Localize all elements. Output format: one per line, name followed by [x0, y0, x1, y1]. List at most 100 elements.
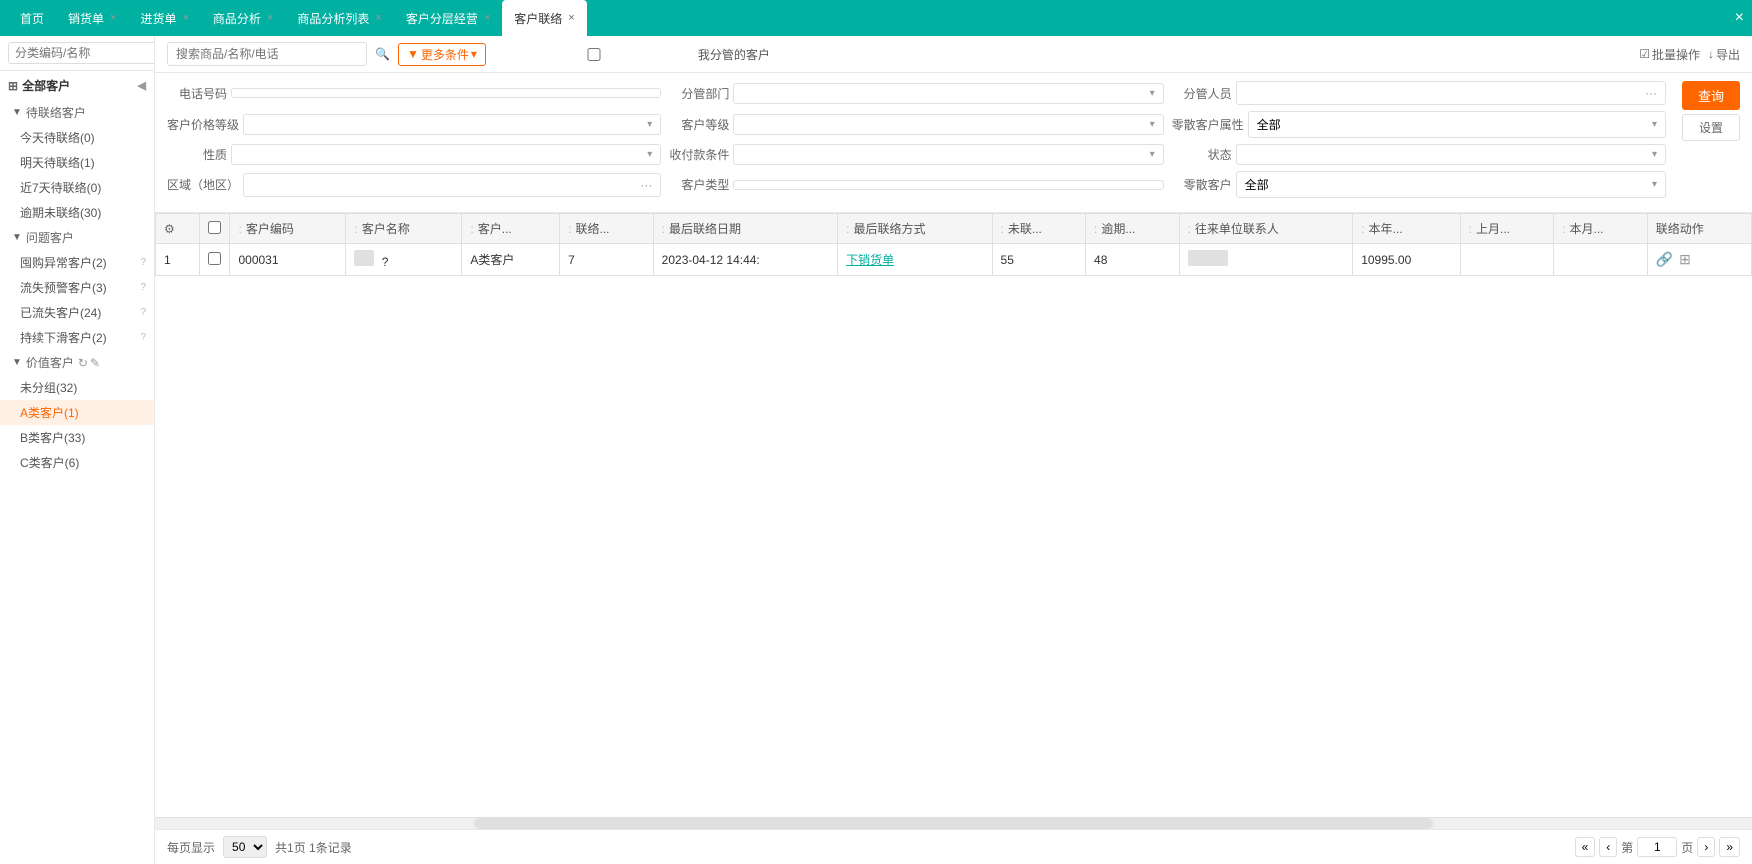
search-icon-main[interactable]: 🔍: [375, 47, 390, 61]
dept-select[interactable]: ▾: [733, 83, 1163, 104]
nav-tab-analysis[interactable]: 商品分析 ×: [201, 0, 285, 36]
contact-link-icon[interactable]: 🔗: [1656, 251, 1673, 268]
sidebar-item-churn-warning[interactable]: 流失预警客户(3) ?: [0, 275, 154, 300]
arrow-value: ▼: [12, 357, 22, 368]
contact-grid-icon[interactable]: ⊞: [1679, 251, 1691, 268]
close-all-tabs[interactable]: ×: [1735, 9, 1744, 27]
phone-input[interactable]: [231, 88, 661, 98]
retail-customer-select[interactable]: 全部 ▾: [1236, 171, 1666, 198]
close-purchase-tab[interactable]: ×: [182, 12, 188, 24]
first-page-btn[interactable]: «: [1575, 837, 1596, 857]
more-filters-btn[interactable]: ▼ 更多条件 ▾: [398, 43, 486, 66]
next-page-btn[interactable]: ›: [1697, 837, 1715, 857]
customer-type-select[interactable]: [733, 180, 1163, 190]
section-value-customers: ▼ 价值客户 ↻ ✎: [0, 350, 154, 375]
retail-attr-select[interactable]: 全部 ▾: [1248, 111, 1666, 138]
setting-button[interactable]: 设置: [1682, 114, 1740, 141]
select-all-checkbox[interactable]: [208, 221, 221, 234]
retail-customer-label: 零散客户: [1172, 176, 1232, 193]
sidebar-item-tomorrow[interactable]: 明天待联络(1): [0, 150, 154, 175]
per-page-select[interactable]: 50: [223, 836, 267, 858]
customer-level-select[interactable]: ▾: [733, 114, 1163, 135]
row-code: 000031: [230, 244, 346, 276]
filter-customer-type: 客户类型: [669, 176, 1163, 193]
status-label: 状态: [1172, 146, 1232, 163]
nav-tab-sales[interactable]: 销货单 ×: [56, 0, 128, 36]
row-checkbox[interactable]: [208, 252, 221, 265]
status-select[interactable]: ▾: [1236, 144, 1666, 165]
close-analysis-tab[interactable]: ×: [267, 12, 273, 24]
nature-select[interactable]: ▾: [231, 144, 661, 165]
batch-ops-icon: ☑: [1639, 47, 1650, 61]
my-customer-checkbox-label[interactable]: 我分管的客户: [494, 46, 770, 63]
price-level-select[interactable]: ▾: [243, 114, 661, 135]
question-icon-3: ?: [140, 307, 146, 318]
table-row: 1 000031 ? A类客户 7 2023-04-12 14:44:: [156, 244, 1752, 276]
row-actions: 🔗 ⊞: [1647, 244, 1751, 276]
col-code-header: :客户编码: [230, 214, 346, 244]
last-method-link[interactable]: 下销货单: [846, 253, 894, 267]
table-settings-icon[interactable]: ⚙: [164, 222, 175, 236]
refresh-icon[interactable]: ↻: [78, 356, 88, 370]
sidebar-item-7days[interactable]: 近7天待联络(0): [0, 175, 154, 200]
sidebar-search-input[interactable]: [8, 42, 155, 64]
row-contact-person: [1179, 244, 1353, 276]
search-input[interactable]: [167, 42, 367, 66]
col-last-month-header: :上月...: [1460, 214, 1554, 244]
nav-tab-customer-segment[interactable]: 客户分层经营 ×: [394, 0, 502, 36]
nav-tab-purchase[interactable]: 进货单 ×: [128, 0, 200, 36]
nav-tab-analysis-list[interactable]: 商品分析列表 ×: [285, 0, 393, 36]
close-analysis-list-tab[interactable]: ×: [375, 12, 381, 24]
nav-tab-home[interactable]: 首页: [8, 0, 56, 36]
col-name-header: :客户名称: [346, 214, 462, 244]
export-btn[interactable]: ↓ 导出: [1708, 46, 1740, 63]
region-dots-icon: ···: [640, 178, 652, 192]
col-action-header: 联络动作: [1647, 214, 1751, 244]
bottom-bar: 每页显示 50 共1页 1条记录 « ‹ 第 页 › »: [155, 829, 1752, 864]
batch-ops-btn[interactable]: ☑ 批量操作: [1639, 46, 1700, 63]
sidebar-item-a-class[interactable]: A类客户(1): [0, 400, 154, 425]
payment-select[interactable]: ▾: [733, 144, 1163, 165]
sidebar-item-c-class[interactable]: C类客户(6): [0, 450, 154, 475]
nature-label: 性质: [167, 146, 227, 163]
prev-page-btn[interactable]: ‹: [1599, 837, 1617, 857]
filter-status: 状态 ▾: [1172, 144, 1666, 165]
horizontal-scrollbar[interactable]: [155, 817, 1752, 829]
filter-region: 区域（地区） ···: [167, 173, 661, 197]
row-level: A类客户: [462, 244, 560, 276]
retail-attr-label: 零散客户属性: [1172, 116, 1244, 133]
my-customer-checkbox[interactable]: [494, 48, 694, 61]
filter-price-level: 客户价格等级 ▾: [167, 114, 661, 135]
sidebar-item-churned[interactable]: 已流失客户(24) ?: [0, 300, 154, 325]
sidebar-search-area: 🔍: [0, 36, 154, 71]
close-contact-tab[interactable]: ×: [568, 12, 574, 24]
nav-tab-customer-contact[interactable]: 客户联络 ×: [502, 0, 586, 36]
edit-value-icon[interactable]: ✎: [90, 356, 100, 370]
close-segment-tab[interactable]: ×: [484, 12, 490, 24]
sidebar-item-overdue[interactable]: 逾期未联络(30): [0, 200, 154, 225]
sidebar-item-declining[interactable]: 持续下滑客户(2) ?: [0, 325, 154, 350]
action-icons: 🔗 ⊞: [1656, 251, 1743, 268]
close-sales-tab[interactable]: ×: [110, 12, 116, 24]
page-input[interactable]: [1637, 837, 1677, 857]
level-chevron-icon: ▾: [1150, 119, 1155, 130]
manager-dots-icon: ···: [1645, 86, 1657, 100]
region-input[interactable]: ···: [243, 173, 661, 197]
manager-input[interactable]: ···: [1236, 81, 1666, 105]
last-page-btn[interactable]: »: [1719, 837, 1740, 857]
customer-level-label: 客户等级: [669, 116, 729, 133]
sidebar: 🔍 ⊞ 全部客户 ◀ ▼ 待联络客户 今天待联络(0) 明天待联络(1) 近7天…: [0, 36, 155, 864]
sidebar-item-abnormal-purchase[interactable]: 囤购异常客户(2) ?: [0, 250, 154, 275]
row-overdue: 48: [1086, 244, 1180, 276]
table-area: ⚙ :客户编码 :客户名称 :客户... :联络... :最后联络日期 :最后联…: [155, 213, 1752, 817]
query-button[interactable]: 查询: [1682, 81, 1740, 110]
section-pending-contact: ▼ 待联络客户: [0, 100, 154, 125]
row-last-month: [1460, 244, 1554, 276]
sidebar-item-b-class[interactable]: B类客户(33): [0, 425, 154, 450]
filter-row-4: 区域（地区） ··· 客户类型: [167, 171, 1666, 198]
row-not-contacted: 55: [992, 244, 1086, 276]
sidebar-collapse-btn[interactable]: ◀: [138, 79, 146, 92]
row-contact: 7: [560, 244, 654, 276]
sidebar-item-today[interactable]: 今天待联络(0): [0, 125, 154, 150]
sidebar-item-unclassified[interactable]: 未分组(32): [0, 375, 154, 400]
